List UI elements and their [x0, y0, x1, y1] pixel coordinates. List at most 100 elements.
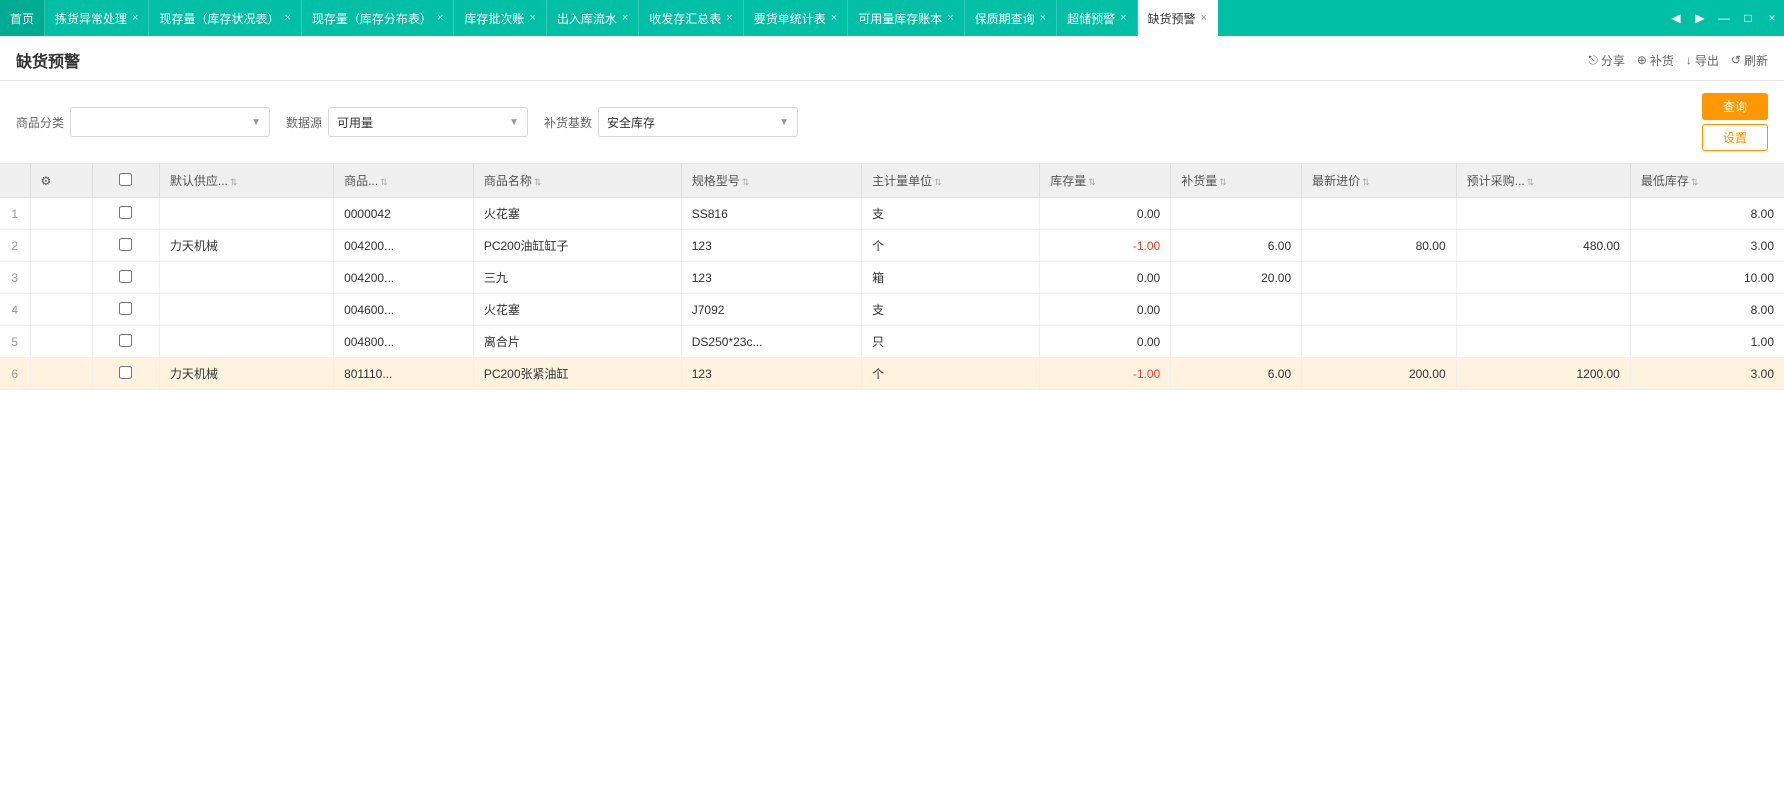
datasource-label: 数据源 — [286, 114, 322, 131]
cell-supplier-1: 力天机械 — [159, 230, 333, 262]
cell-replenish-5: 6.00 — [1171, 358, 1302, 390]
cell-latest_price-1: 80.00 — [1302, 230, 1457, 262]
tab-prev-btn[interactable]: ◀ — [1664, 0, 1688, 36]
row-check-1[interactable] — [119, 238, 132, 251]
settings-button[interactable]: 设置 — [1702, 124, 1768, 151]
cell-est_purchase-3 — [1456, 294, 1630, 326]
cell-replenish-2: 20.00 — [1171, 262, 1302, 294]
cell-unit-1: 个 — [862, 230, 1040, 262]
cell-name-2: 三九 — [473, 262, 681, 294]
tab-3[interactable]: 现存量（库存分布表）× — [302, 0, 454, 36]
col-header-latest_price: 最新进价⇅ — [1302, 164, 1457, 198]
tab-1[interactable]: 拣货异常处理× — [45, 0, 149, 36]
tab-close-1[interactable]: × — [132, 12, 138, 24]
cell-min_stock-2: 10.00 — [1630, 262, 1784, 294]
tab-2[interactable]: 现存量（库存状况表）× — [149, 0, 301, 36]
cell-supplier-5: 力天机械 — [159, 358, 333, 390]
cell-unit-3: 支 — [862, 294, 1040, 326]
tab-9[interactable]: 保质期查询 × — [965, 0, 1057, 36]
tab-close-2[interactable]: × — [284, 12, 290, 24]
tab-close-10[interactable]: × — [1120, 12, 1126, 24]
tab-close-3[interactable]: × — [437, 12, 443, 24]
cell-spec-4: DS250*23c... — [681, 326, 861, 358]
cell-latest_price-5: 200.00 — [1302, 358, 1457, 390]
replenish-button[interactable]: ⊕ 补货 — [1637, 52, 1674, 69]
cell-latest_price-0 — [1302, 198, 1457, 230]
tab-11[interactable]: 缺货预警× — [1138, 0, 1218, 36]
col-header-supplier: 默认供应...⇅ — [159, 164, 333, 198]
row-check-5[interactable] — [119, 366, 132, 379]
sort-icon-unit: ⇅ — [934, 177, 942, 188]
replenish-select[interactable]: 安全库存 ▼ — [598, 107, 798, 137]
cell-stock-3: 0.00 — [1040, 294, 1171, 326]
cell-name-1: PC200油缸缸子 — [473, 230, 681, 262]
tab-5[interactable]: 出入库流水 × — [547, 0, 639, 36]
refresh-icon: ↺ — [1731, 53, 1741, 67]
tab-close-4[interactable]: × — [529, 12, 535, 24]
row-check-0[interactable] — [119, 206, 132, 219]
refresh-button[interactable]: ↺ 刷新 — [1731, 52, 1768, 69]
sort-icon-code: ⇅ — [380, 177, 388, 188]
row-checkbox-1[interactable] — [92, 230, 159, 262]
query-button[interactable]: 查询 — [1702, 93, 1768, 120]
row-checkbox-3[interactable] — [92, 294, 159, 326]
tab-close-5[interactable]: × — [622, 12, 628, 24]
tab-next-btn[interactable]: ▶ — [1688, 0, 1712, 36]
tab-7[interactable]: 要货单统计表× — [744, 0, 848, 36]
row-checkbox-2[interactable] — [92, 262, 159, 294]
tab-close-6[interactable]: × — [726, 12, 732, 24]
tab-4[interactable]: 库存批次账 × — [454, 0, 546, 36]
cell-min_stock-1: 3.00 — [1630, 230, 1784, 262]
row-num-4: 5 — [0, 326, 30, 358]
export-button[interactable]: ↓ 导出 — [1686, 52, 1719, 69]
tab-maximize-btn[interactable]: □ — [1736, 0, 1760, 36]
select-all-checkbox[interactable] — [119, 173, 132, 186]
cell-spec-2: 123 — [681, 262, 861, 294]
cell-latest_price-4 — [1302, 326, 1457, 358]
row-check-4[interactable] — [119, 334, 132, 347]
row-settings-5 — [30, 358, 92, 390]
table-row: 10000042火花塞SS816支0.008.00 — [0, 198, 1784, 230]
tab-close-all-btn[interactable]: × — [1760, 0, 1784, 36]
row-check-2[interactable] — [119, 270, 132, 283]
cell-spec-3: J7092 — [681, 294, 861, 326]
tab-label-5: 出入库流水 — [557, 10, 617, 27]
row-check-3[interactable] — [119, 302, 132, 315]
col-header-checkbox — [92, 164, 159, 198]
tab-close-7[interactable]: × — [831, 12, 837, 24]
datasource-select[interactable]: 可用量 ▼ — [328, 107, 528, 137]
cell-unit-2: 箱 — [862, 262, 1040, 294]
tab-close-11[interactable]: × — [1201, 12, 1207, 24]
tab-close-8[interactable]: × — [947, 12, 953, 24]
cell-replenish-0 — [1171, 198, 1302, 230]
tab-10[interactable]: 超储预警× — [1057, 0, 1137, 36]
row-checkbox-4[interactable] — [92, 326, 159, 358]
col-header-unit: 主计量单位⇅ — [862, 164, 1040, 198]
share-button[interactable]: ⎋ 分享 — [1588, 52, 1625, 69]
row-checkbox-5[interactable] — [92, 358, 159, 390]
tab-label-9: 保质期查询 — [975, 10, 1035, 27]
datasource-select-value: 可用量 — [337, 114, 373, 131]
table-container: ⚙默认供应...⇅商品...⇅商品名称⇅规格型号⇅主计量单位⇅库存量⇅补货量⇅最… — [0, 164, 1784, 390]
category-select[interactable]: ▼ — [70, 107, 270, 137]
tab-6[interactable]: 收发存汇总表× — [639, 0, 743, 36]
tab-8[interactable]: 可用量库存账本× — [848, 0, 964, 36]
tab-close-9[interactable]: × — [1040, 12, 1046, 24]
tab-0[interactable]: 首页 — [0, 0, 45, 36]
main-content: 缺货预警 ⎋ 分享 ⊕ 补货 ↓ 导出 ↺ 刷新 商品分类 — [0, 36, 1784, 796]
table-row: 6力天机械801110...PC200张紧油缸123个-1.006.00200.… — [0, 358, 1784, 390]
tab-label-4: 库存批次账 — [464, 10, 524, 27]
cell-min_stock-4: 1.00 — [1630, 326, 1784, 358]
sort-icon-min_stock: ⇅ — [1691, 177, 1699, 188]
filter-bar: 商品分类 ▼ 数据源 可用量 ▼ 补货基数 安全库存 ▼ 查询 设置 — [0, 81, 1784, 164]
cell-name-0: 火花塞 — [473, 198, 681, 230]
cell-min_stock-5: 3.00 — [1630, 358, 1784, 390]
tab-minimize-btn[interactable]: — — [1712, 0, 1736, 36]
replenish-label: 补货基数 — [544, 114, 592, 131]
sort-icon-stock: ⇅ — [1088, 177, 1096, 188]
col-header-settings[interactable]: ⚙ — [30, 164, 92, 198]
gear-icon[interactable]: ⚙ — [41, 174, 52, 188]
row-checkbox-0[interactable] — [92, 198, 159, 230]
cell-replenish-4 — [1171, 326, 1302, 358]
cell-est_purchase-0 — [1456, 198, 1630, 230]
